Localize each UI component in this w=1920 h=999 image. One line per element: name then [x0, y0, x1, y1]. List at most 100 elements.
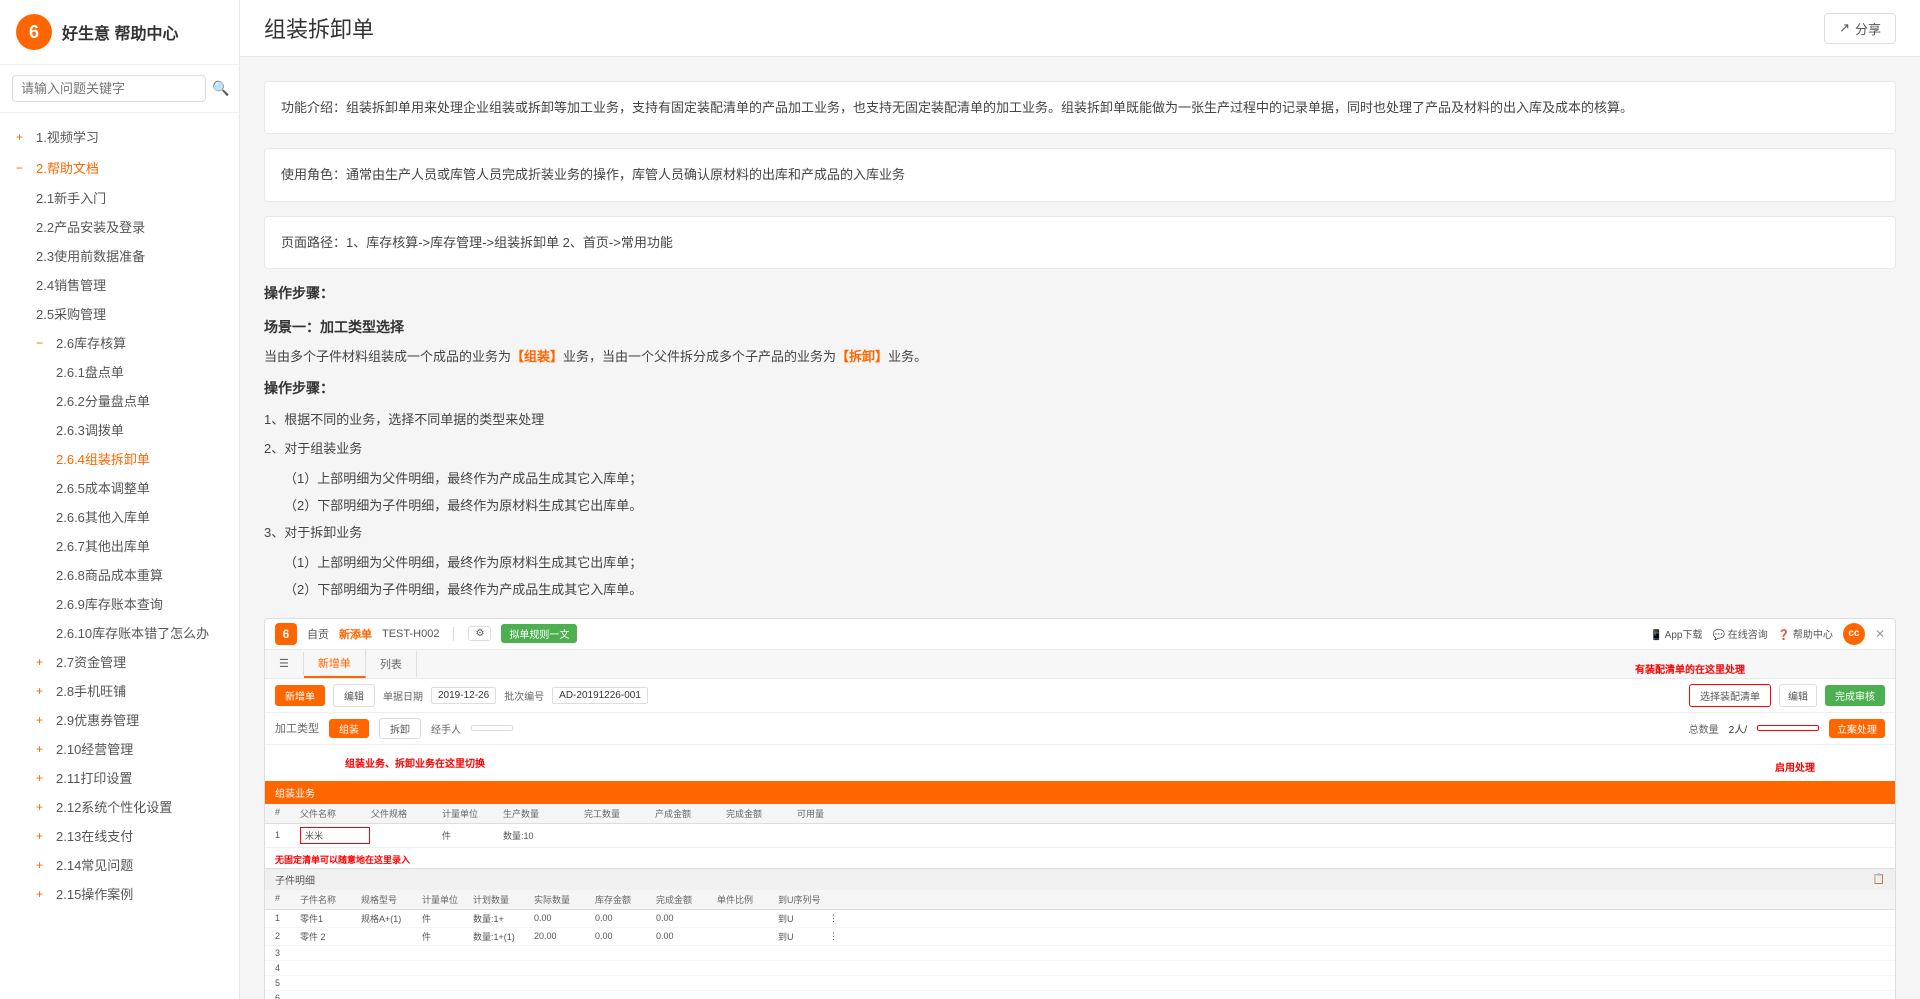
bcol-done-amt: 完成金额 — [656, 893, 716, 906]
sidebar-item-2-1[interactable]: 2.1新手入门 — [28, 183, 239, 212]
app-btn-new[interactable]: 新增单 — [275, 685, 325, 706]
app-type-option1[interactable]: 组装 — [329, 719, 369, 738]
brow1-done: 0.00 — [656, 913, 716, 923]
col-prod-qty: 生产数量 — [503, 807, 583, 820]
sidebar-item-2-6-8[interactable]: 2.6.8商品成本重算 — [48, 560, 239, 589]
sidebar-item-video[interactable]: + 1.视频学习 — [0, 121, 239, 152]
sidebar-item-2-6-3[interactable]: 2.6.3调拨单 — [48, 415, 239, 444]
cell-num: 1 — [275, 830, 299, 840]
app-icon-app: 📱 App下载 — [1650, 626, 1702, 641]
role-box: 使用角色：通常由生产人员或库管人员完成折装业务的操作，库管人员确认原材料的出库和… — [264, 148, 1896, 201]
sidebar-item-2-2[interactable]: 2.2产品安装及登录 — [28, 212, 239, 241]
sidebar-item-2-14[interactable]: + 2.14常见问题 — [28, 850, 239, 879]
sidebar-item-2-7[interactable]: + 2.7资金管理 — [28, 647, 239, 676]
nav-label: 1.视频学习 — [36, 127, 99, 146]
app-bottom-row1: 1 零件1 规格A+(1) 件 数量:1+ 0.00 0.00 0.00 到U … — [265, 910, 1895, 928]
path-box: 页面路径：1、库存核算->库存管理->组装拆卸单 2、首页->常用功能 — [264, 216, 1896, 269]
bcol-spec: 规格型号 — [361, 893, 421, 906]
sidebar-item-2-10[interactable]: + 2.10经营管理 — [28, 734, 239, 763]
nav-label: 2.2产品安装及登录 — [36, 217, 145, 236]
sidebar-item-2-9[interactable]: + 2.9优惠券管理 — [28, 705, 239, 734]
sidebar-item-2-4[interactable]: 2.4销售管理 — [28, 270, 239, 299]
sidebar-item-2-13[interactable]: + 2.13在线支付 — [28, 821, 239, 850]
brow2-name: 零件 2 — [300, 930, 360, 943]
nav-label: 2.10经营管理 — [56, 739, 133, 758]
app-close-icon: ✕ — [1875, 627, 1885, 641]
annotation-no-config-row: 无固定清单可以随意地在这里录入 — [265, 848, 1895, 868]
app-logo-icon: 6 — [275, 623, 297, 645]
bcol-act — [829, 893, 859, 906]
app-type-option2[interactable]: 拆卸 — [379, 718, 421, 739]
app-tab-new: 新增单 — [304, 650, 366, 678]
sidebar-item-2-6-4[interactable]: 2.6.4组装拆卸单 — [48, 444, 239, 473]
nav-label: 2.6.1盘点单 — [56, 362, 124, 381]
logo-icon: 6 — [16, 14, 52, 50]
sidebar-item-2-6-1[interactable]: 2.6.1盘点单 — [48, 357, 239, 386]
nav-label: 2.13在线支付 — [56, 826, 133, 845]
sidebar-item-2-6-5[interactable]: 2.6.5成本调整单 — [48, 473, 239, 502]
sidebar-item-2-6-6[interactable]: 2.6.6其他入库单 — [48, 502, 239, 531]
steps-block: 操作步骤： 场景一：加工类型选择 当由多个子件材料组装成一个成品的业务为【组装】… — [264, 283, 1896, 601]
app-btn-edit[interactable]: 编辑 — [333, 684, 375, 707]
sidebar-item-2-6-9[interactable]: 2.6.9库存账本查询 — [48, 589, 239, 618]
expand-icon-2-10: + — [36, 742, 50, 756]
app-btn-select-config[interactable]: 选择装配清单 — [1689, 684, 1771, 707]
brow1-spec: 规格A+(1) — [361, 912, 421, 925]
expand-icon-2-14: + — [36, 858, 50, 872]
app-top-table-row1: 1 米米 件 数量:10 — [265, 824, 1895, 848]
bcol-ratio: 单件比例 — [717, 893, 777, 906]
nav-label: 2.6.3调拨单 — [56, 420, 124, 439]
sidebar-item-2-3[interactable]: 2.3使用前数据准备 — [28, 241, 239, 270]
app-type-row: 加工类型 组装 拆卸 经手人 组装业务、拆卸业务在这里切换 总数量 2人/ 启用… — [265, 713, 1895, 745]
ops-title: 操作步骤： — [264, 283, 1896, 303]
sidebar-item-2-11[interactable]: + 2.11打印设置 — [28, 763, 239, 792]
ops-steps-title: 操作步骤： — [264, 378, 1896, 398]
search-icon[interactable]: 🔍 — [212, 80, 229, 97]
bottom-action-icon: 📋 — [1873, 874, 1885, 885]
app-section-header: 组装业务 — [265, 781, 1895, 804]
share-button[interactable]: ↗ 分享 — [1824, 13, 1896, 44]
app-batch-value: AD-20191226-001 — [552, 687, 648, 704]
bcol-num: # — [275, 893, 299, 906]
search-input[interactable] — [12, 75, 206, 102]
brow1-unit: 件 — [422, 912, 472, 925]
nav-label: 2.4销售管理 — [36, 275, 106, 294]
bcol-actual-qty: 实际数量 — [534, 893, 594, 906]
brow3-num: 3 — [275, 948, 299, 958]
app-person-label: 经手人 — [431, 721, 461, 736]
sidebar-item-2-8[interactable]: + 2.8手机旺铺 — [28, 676, 239, 705]
app-btn-edit2[interactable]: 编辑 — [1779, 684, 1817, 707]
annotation-enable: 启用处理 — [1775, 759, 1815, 774]
step3-sub2: （2）下部明细为子件明细，最终作为产成品生成其它入库单。 — [264, 578, 1896, 601]
app-btn-submit[interactable]: 完成审核 — [1825, 685, 1885, 706]
step1: 1、根据不同的业务，选择不同单据的类型来处理 — [264, 408, 1896, 431]
step2-sub2: （2）下部明细为子件明细，最终作为原材料生成其它出库单。 — [264, 494, 1896, 517]
nav-label: 2.6.2分量盘点单 — [56, 391, 150, 410]
app-count-label: 总数量 — [1689, 721, 1719, 736]
sidebar-item-2-6-10[interactable]: 2.6.10库存账本错了怎么办 — [48, 618, 239, 647]
brow1-act: ⋮ — [829, 913, 859, 924]
brow2-unit: 件 — [422, 930, 472, 943]
sidebar-item-docs[interactable]: − 2.帮助文档 — [0, 152, 239, 183]
brow2-plan: 数量:1+(1) — [473, 930, 533, 943]
nav-label: 2.6.5成本调整单 — [56, 478, 150, 497]
sidebar-item-2-12[interactable]: + 2.12系统个性化设置 — [28, 792, 239, 821]
app-date-value: 2019-12-26 — [431, 687, 496, 704]
expand-icon-2-9: + — [36, 713, 50, 727]
sidebar-item-2-5[interactable]: 2.5采购管理 — [28, 299, 239, 328]
sidebar-item-2-6[interactable]: − 2.6库存核算 — [28, 328, 239, 357]
app-bottom-header: 子件明细 📋 — [265, 868, 1895, 890]
nav-label: 2.14常见问题 — [56, 855, 133, 874]
app-bottom-table-header: # 子件名称 规格型号 计量单位 计划数量 实际数量 库存金额 完成金额 单件比… — [265, 890, 1895, 910]
sidebar-item-2-15[interactable]: + 2.15操作案例 — [28, 879, 239, 908]
expand-icon-2-12: + — [36, 800, 50, 814]
expand-icon-2-15: + — [36, 887, 50, 901]
nav-label: 2.6.10库存账本错了怎么办 — [56, 623, 209, 642]
col-parent-spec: 父件规格 — [371, 807, 441, 820]
app-btn-confirm[interactable]: 立案处理 — [1829, 719, 1885, 738]
brow1-name: 零件1 — [300, 912, 360, 925]
app-bottom-row6: 6 — [265, 991, 1895, 999]
app-tab-icon: ☰ — [265, 652, 304, 675]
sidebar-item-2-6-2[interactable]: 2.6.2分量盘点单 — [48, 386, 239, 415]
sidebar-item-2-6-7[interactable]: 2.6.7其他出库单 — [48, 531, 239, 560]
